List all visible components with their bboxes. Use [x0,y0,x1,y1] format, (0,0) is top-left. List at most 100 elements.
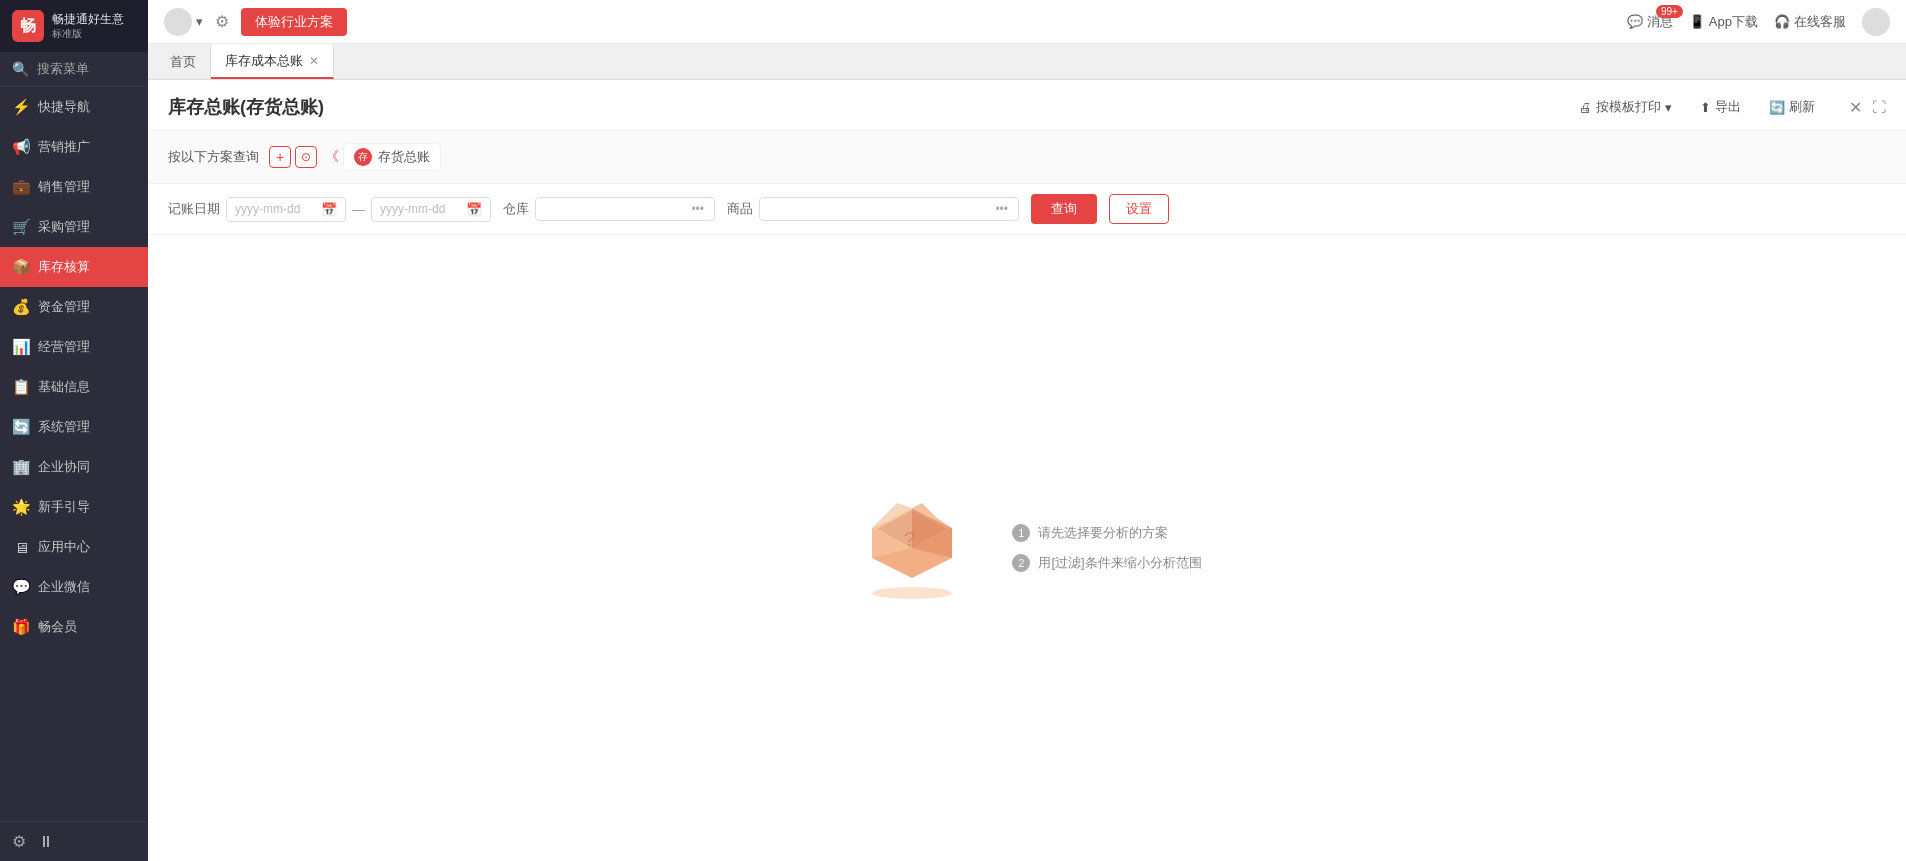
sidebar-item-member[interactable]: 🎁畅会员 [0,607,148,647]
nav-icon-inventory: 📦 [12,258,30,276]
nav-icon-quick-nav: ⚡ [12,98,30,116]
message-item[interactable]: 💬 消息 99+ [1627,13,1673,31]
nav-label-app-center: 应用中心 [38,538,90,556]
topbar-settings-icon[interactable]: ⚙ [211,8,233,35]
print-icon: 🖨 [1579,100,1592,115]
refresh-button[interactable]: 🔄 刷新 [1761,94,1823,120]
panel-resize-button[interactable]: ⛶ [1872,99,1886,115]
topbar-user-avatar[interactable] [1862,8,1890,36]
print-label: 按模板打印 [1596,98,1661,116]
app-download-icon: 📱 [1689,14,1705,29]
refresh-icon: 🔄 [1769,100,1785,115]
warehouse-label: 仓库 [503,200,529,218]
sidebar-item-quick-nav[interactable]: ⚡快捷导航 [0,87,148,127]
query-button[interactable]: 查询 [1031,194,1097,224]
sidebar-item-guide[interactable]: 🌟 新手引导 [0,487,148,527]
sidebar-item-sales[interactable]: 💼销售管理 [0,167,148,207]
online-service-item[interactable]: 🎧 在线客服 [1774,13,1846,31]
print-template-button[interactable]: 🖨 按模板打印 ▾ [1571,94,1680,120]
nav-icon-sales: 💼 [12,178,30,196]
schema-item-label: 存货总账 [378,148,430,166]
settings-button[interactable]: 设置 [1109,194,1169,224]
tab-home[interactable]: 首页 [156,44,211,79]
filter-collapse-button[interactable]: 《 [321,146,343,168]
topbar: ▾ ⚙ 体验行业方案 💬 消息 99+ 📱 App下载 🎧 在线客服 [148,0,1906,44]
nav-icon-system: 🔄 [12,418,30,436]
warehouse-input[interactable]: ••• [535,197,715,221]
nav-icon-guide: 🌟 [12,498,30,516]
warehouse-more-icon[interactable]: ••• [691,202,704,216]
topbar-right: 💬 消息 99+ 📱 App下载 🎧 在线客服 [1627,8,1890,36]
tip-num-1: 1 [1012,524,1030,542]
goods-input[interactable]: ••• [759,197,1019,221]
audio-icon[interactable]: ⏸ [38,833,54,851]
nav-icon-finance: 💰 [12,298,30,316]
sidebar-item-enterprise-wechat[interactable]: 💬企业微信 [0,567,148,607]
online-service-label: 在线客服 [1794,13,1846,31]
sidebar-item-basic-info[interactable]: 📋 基础信息 [0,367,148,407]
user-avatar-area[interactable]: ▾ [164,8,203,36]
date-start-input[interactable]: yyyy-mm-dd 📅 [226,197,346,222]
svg-point-0 [872,587,952,599]
schema-item[interactable]: 存 存货总账 [343,143,441,171]
tip-item-1: 1 请先选择要分析的方案 [1012,524,1201,542]
date-filter-group: 记账日期 yyyy-mm-dd 📅 — yyyy-mm-dd 📅 [168,197,491,222]
tab-close-inventory-ledger[interactable]: ✕ [309,54,319,68]
export-label: 导出 [1715,98,1741,116]
filter-area: 按以下方案查询 + ⊙ 《 存 存货总账 [148,131,1906,184]
user-avatar-placeholder [164,8,192,36]
app-download-item[interactable]: 📱 App下载 [1689,13,1758,31]
nav-label-basic-info: 基础信息 [38,378,90,396]
warehouse-filter-group: 仓库 ••• [503,197,715,221]
sidebar-nav: ⚡快捷导航📢营销推广💼销售管理🛒采购管理📦库存核算 💰 资金管理 📊经营管理 📋 基础信息… [0,87,148,821]
sidebar-item-inventory[interactable]: 📦库存核算 [0,247,148,287]
sidebar-search-label: 搜索菜单 [37,60,89,78]
logo-title: 畅捷通好生意 [52,12,124,28]
sidebar-item-enterprise[interactable]: 🏢企业协同 [0,447,148,487]
schema-item-icon: 存 [354,148,372,166]
settings-bottom-icon[interactable]: ⚙ [12,832,26,851]
nav-label-system: 系统管理 [38,418,90,436]
goods-filter-group: 商品 ••• [727,197,1019,221]
nav-label-enterprise: 企业协同 [38,458,90,476]
search-icon: 🔍 [12,61,29,77]
print-arrow: ▾ [1665,100,1672,115]
filter-row: 记账日期 yyyy-mm-dd 📅 — yyyy-mm-dd 📅 仓库 ••• [148,184,1906,235]
nav-label-purchase: 采购管理 [38,218,90,236]
tab-inventory-ledger[interactable]: 库存成本总账✕ [211,44,334,79]
date-end-input[interactable]: yyyy-mm-dd 📅 [371,197,491,222]
svg-text:?: ? [904,528,915,550]
sidebar-item-operation[interactable]: 📊经营管理 [0,327,148,367]
industry-solution-button[interactable]: 体验行业方案 [241,8,347,36]
calendar-end-icon[interactable]: 📅 [466,202,482,217]
sidebar-item-system[interactable]: 🔄 系统管理 [0,407,148,447]
filter-add-button[interactable]: + [269,146,291,168]
message-icon: 💬 [1627,14,1643,29]
sidebar-item-marketing[interactable]: 📢营销推广 [0,127,148,167]
nav-label-operation: 经营管理 [38,338,90,356]
sidebar-item-finance[interactable]: 💰 资金管理 [0,287,148,327]
dropdown-arrow[interactable]: ▾ [196,14,203,29]
tabs-bar: 首页库存成本总账✕ [148,44,1906,80]
nav-label-finance: 资金管理 [38,298,90,316]
panel-close-button[interactable]: ✕ [1843,96,1868,119]
logo-sub: 标准版 [52,27,124,40]
sidebar-item-app-center[interactable]: 🖥应用中心 [0,527,148,567]
goods-label: 商品 [727,200,753,218]
logo-text-block: 畅捷通好生意 标准版 [52,12,124,41]
nav-label-guide: 新手引导 [38,498,90,516]
export-button[interactable]: ⬆ 导出 [1692,94,1749,120]
nav-label-member: 畅会员 [38,618,77,636]
date-separator: — [352,202,365,217]
nav-icon-basic-info: 📋 [12,378,30,396]
calendar-start-icon[interactable]: 📅 [321,202,337,217]
tip-text-1: 请先选择要分析的方案 [1038,524,1168,542]
sidebar-logo: 畅 畅捷通好生意 标准版 [0,0,148,52]
logo-icon: 畅 [12,10,44,42]
sidebar-search[interactable]: 🔍 搜索菜单 [0,52,148,87]
empty-state: ? 1 请先选择要分析的方案 2 用[过滤]条件来缩小分析范围 [148,235,1906,861]
goods-more-icon[interactable]: ••• [995,202,1008,216]
filter-schema-button[interactable]: ⊙ [295,146,317,168]
sidebar-item-purchase[interactable]: 🛒采购管理 [0,207,148,247]
sidebar: 畅 畅捷通好生意 标准版 🔍 搜索菜单 ⚡快捷导航📢营销推广💼销售管理🛒采购管理… [0,0,148,861]
